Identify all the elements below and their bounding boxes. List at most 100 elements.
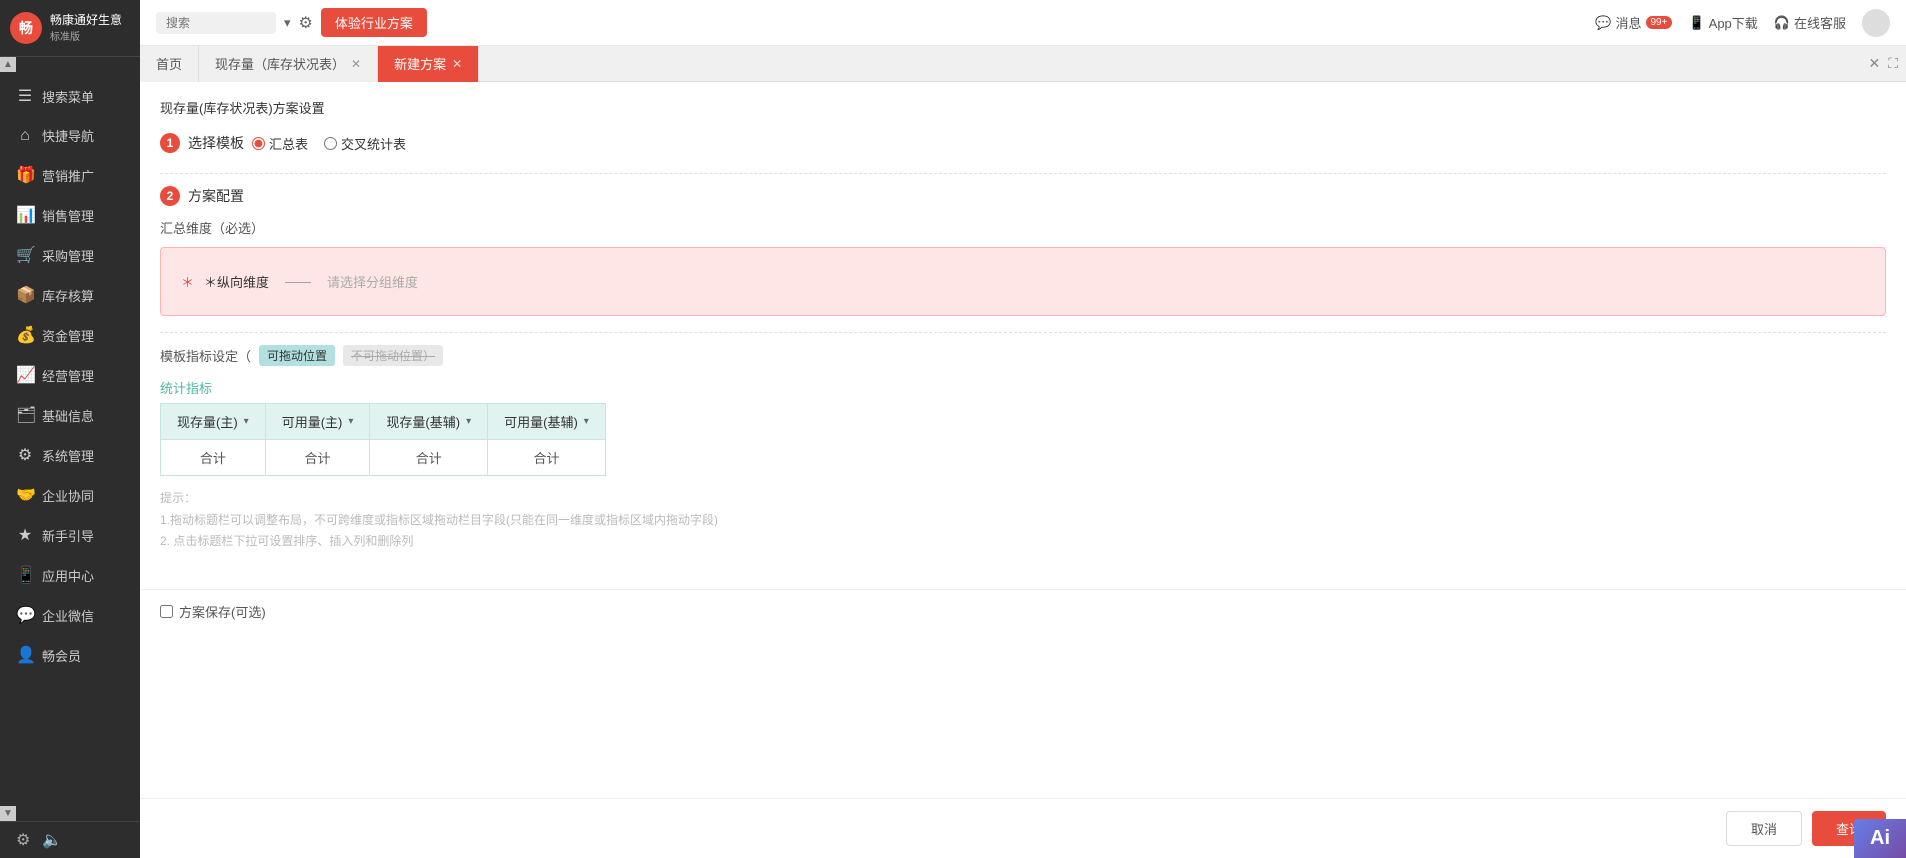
movable-badge: 可拖动位置 xyxy=(259,345,335,366)
col-header-1[interactable]: 可用量(主) ▾ xyxy=(265,404,370,440)
service-btn[interactable]: 🎧 在线客服 xyxy=(1774,13,1846,32)
dimension-error-box: ＊ ＊纵向维度 —— 请选择分组维度 xyxy=(160,247,1886,316)
sidebar-nav: ☰ 搜索菜单 ⌂ 快捷导航 🎁 营销推广 📊 销售管理 🛒 采购管理 📦 库存核… xyxy=(0,72,140,806)
step1-num: 1 xyxy=(160,133,180,153)
chart-icon: 📊 xyxy=(16,205,34,225)
col-0-chevron-icon[interactable]: ▾ xyxy=(244,416,249,427)
sidebar-item-label: 企业协同 xyxy=(42,486,94,505)
col-3-chevron-icon[interactable]: ▾ xyxy=(584,416,589,427)
step1-title: 选择模板 xyxy=(188,133,244,153)
search-input[interactable] xyxy=(156,12,276,34)
main-area: ▾ ⚙ 体验行业方案 💬 消息 99+ 📱 App下载 🎧 在线客服 首页 xyxy=(140,0,1906,858)
sidebar-item-business-mgmt[interactable]: 📈 经营管理 xyxy=(0,355,140,395)
tab-new-scheme[interactable]: 新建方案 ✕ xyxy=(378,46,479,82)
tab-inventory-status-close-icon[interactable]: ✕ xyxy=(351,57,361,71)
trial-btn[interactable]: 体验行业方案 xyxy=(321,8,427,37)
sidebar-item-new-guide[interactable]: ★ 新手引导 xyxy=(0,515,140,555)
step2-title: 方案配置 xyxy=(188,186,244,206)
cell-0-3: 合计 xyxy=(488,440,606,476)
indicator-label: 模板指标设定（ 可拖动位置 不可拖动位置） xyxy=(160,345,1886,366)
tab-new-scheme-close-icon[interactable]: ✕ xyxy=(452,57,462,71)
indicator-section: 模板指标设定（ 可拖动位置 不可拖动位置） xyxy=(160,345,1886,366)
topbar-gear-icon[interactable]: ⚙ xyxy=(299,13,313,33)
save-checkbox[interactable] xyxy=(160,605,173,618)
radio-cross-table-input[interactable] xyxy=(324,137,337,150)
sidebar: 畅 畅康通好生意 标准版 ▲ ☰ 搜索菜单 ⌂ 快捷导航 🎁 营销推广 📊 销售… xyxy=(0,0,140,858)
message-badge: 99+ xyxy=(1646,16,1673,29)
col-1-label: 可用量(主) xyxy=(282,412,343,431)
sidebar-scroll-up[interactable]: ▲ xyxy=(0,57,16,72)
col-1-chevron-icon[interactable]: ▾ xyxy=(348,416,353,427)
sidebar-item-enterprise-agreement[interactable]: 🤝 企业协同 xyxy=(0,475,140,515)
sidebar-item-label: 库存核算 xyxy=(42,286,94,305)
sidebar-item-label: 基础信息 xyxy=(42,406,94,425)
dropdown-arrow-icon[interactable]: ▾ xyxy=(284,15,291,31)
box-icon: 📦 xyxy=(16,285,34,305)
sidebar-item-label: 资金管理 xyxy=(42,326,94,345)
radio-summary-table-input[interactable] xyxy=(252,137,265,150)
window-expand-icon[interactable]: ⛶ xyxy=(1888,55,1898,72)
tab-inventory-status-label: 现存量（库存状况表） xyxy=(215,54,345,73)
col-header-0[interactable]: 现存量(主) ▾ xyxy=(161,404,266,440)
sidebar-item-system-mgmt[interactable]: ⚙ 系统管理 xyxy=(0,435,140,475)
col-header-3[interactable]: 可用量(基辅) ▾ xyxy=(488,404,606,440)
summary-dimension-label: 汇总维度（必选） xyxy=(160,218,1886,237)
sidebar-item-shortcut-nav[interactable]: ⌂ 快捷导航 xyxy=(0,116,140,155)
settings-icon[interactable]: ⚙ xyxy=(16,830,30,850)
cell-0-0: 合计 xyxy=(161,440,266,476)
tab-home[interactable]: 首页 xyxy=(140,46,199,82)
step2-section: 2 方案配置 汇总维度（必选） ＊ ＊纵向维度 —— 请选择分组维度 模板指标设… xyxy=(160,186,1886,553)
sidebar-logo: 畅 畅康通好生意 标准版 xyxy=(0,0,140,57)
radio-summary-table[interactable]: 汇总表 xyxy=(252,134,308,153)
sidebar-item-marketing[interactable]: 🎁 营销推广 xyxy=(0,155,140,195)
step2-num: 2 xyxy=(160,186,180,206)
sidebar-scroll-down[interactable]: ▼ xyxy=(0,806,16,821)
home-icon: ⌂ xyxy=(16,127,34,145)
sidebar-item-label: 系统管理 xyxy=(42,446,94,465)
sidebar-item-label: 新手引导 xyxy=(42,526,94,545)
sidebar-item-sales-mgmt[interactable]: 📊 销售管理 xyxy=(0,195,140,235)
wechat-icon: 💬 xyxy=(16,605,34,625)
page-title: 现存量(库存状况表)方案设置 xyxy=(160,98,1886,117)
cancel-button[interactable]: 取消 xyxy=(1726,811,1802,846)
radio-cross-table[interactable]: 交叉统计表 xyxy=(324,134,406,153)
sidebar-item-purchase-mgmt[interactable]: 🛒 采购管理 xyxy=(0,235,140,275)
sound-icon[interactable]: 🔈 xyxy=(42,830,62,850)
sidebar-item-basic-info[interactable]: 🗂 基础信息 xyxy=(0,395,140,435)
sidebar-item-search-menu[interactable]: ☰ 搜索菜单 xyxy=(0,76,140,116)
sidebar-item-finance[interactable]: 💰 资金管理 xyxy=(0,315,140,355)
sidebar-item-label: 企业微信 xyxy=(42,606,94,625)
app-download-btn[interactable]: 📱 App下载 xyxy=(1688,13,1757,32)
dimension-dash: —— xyxy=(285,274,311,289)
tab-inventory-status[interactable]: 现存量（库存状况表） ✕ xyxy=(199,46,378,82)
sidebar-item-label: 快捷导航 xyxy=(42,126,94,145)
sidebar-item-label: 应用中心 xyxy=(42,566,94,585)
ai-badge[interactable]: Ai xyxy=(1854,819,1906,858)
headset-icon: 🎧 xyxy=(1774,15,1790,31)
gear-icon: ⚙ xyxy=(16,445,34,465)
sidebar-footer: ⚙ 🔈 xyxy=(0,821,140,858)
dimension-placeholder: 请选择分组维度 xyxy=(327,272,418,291)
bottom-bar: 取消 查询 xyxy=(140,798,1906,858)
radio-summary-table-label: 汇总表 xyxy=(269,134,308,153)
cell-0-2: 合计 xyxy=(370,440,488,476)
user-avatar[interactable] xyxy=(1862,9,1890,37)
sidebar-item-enterprise-wechat[interactable]: 💬 企业微信 xyxy=(0,595,140,635)
window-close-icon[interactable]: ✕ xyxy=(1868,55,1880,72)
content-area: 现存量(库存状况表)方案设置 1 选择模板 汇总表 交叉统计表 xyxy=(140,82,1906,798)
table-row: 合计 合计 合计 合计 xyxy=(161,440,606,476)
sidebar-item-app-center[interactable]: 📱 应用中心 xyxy=(0,555,140,595)
sidebar-item-label: 采购管理 xyxy=(42,246,94,265)
col-header-2[interactable]: 现存量(基辅) ▾ xyxy=(370,404,488,440)
sidebar-item-member[interactable]: 👤 畅会员 xyxy=(0,635,140,675)
tip-2: 2. 点击标题栏下拉可设置排序、插入列和删除列 xyxy=(160,531,1886,553)
col-2-chevron-icon[interactable]: ▾ xyxy=(466,416,471,427)
message-btn[interactable]: 💬 消息 99+ xyxy=(1595,13,1672,32)
sidebar-item-inventory[interactable]: 📦 库存核算 xyxy=(0,275,140,315)
trend-icon: 📈 xyxy=(16,365,34,385)
divider-2 xyxy=(160,332,1886,333)
stats-label: 统计指标 xyxy=(160,378,1886,397)
col-2-label: 现存量(基辅) xyxy=(386,412,460,431)
save-label[interactable]: 方案保存(可选) xyxy=(179,602,266,621)
user-icon: 👤 xyxy=(16,645,34,665)
